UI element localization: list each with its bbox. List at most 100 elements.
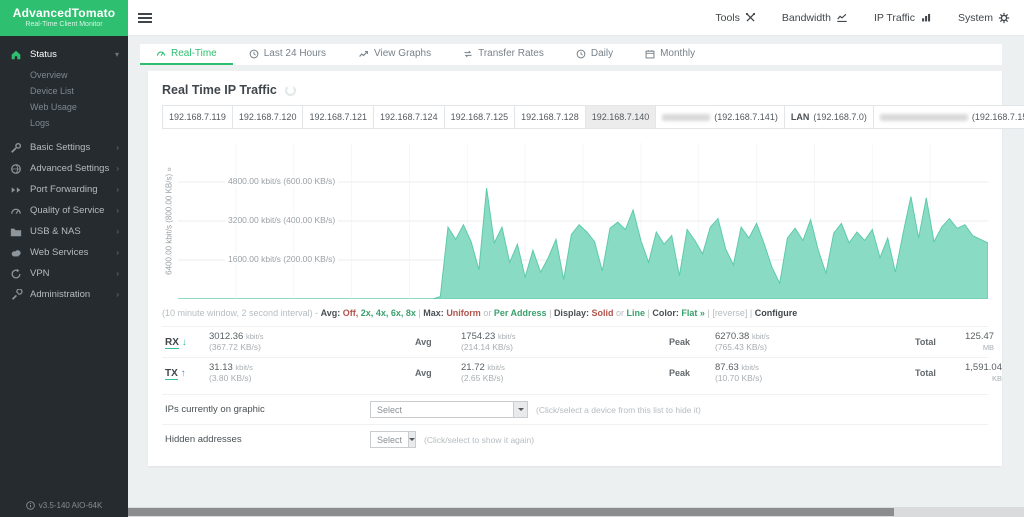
chevron-right-icon: ›: [116, 269, 119, 278]
ip-tab[interactable]: 192.168.7.128: [514, 105, 586, 129]
max-label: Max:: [423, 308, 444, 318]
chevron-right-icon: ›: [116, 290, 119, 299]
bar-chart-icon: [920, 12, 932, 23]
color-label: Color:: [652, 308, 679, 318]
ip-tab-lan[interactable]: LAN(192.168.7.0): [784, 105, 874, 129]
ip-tab-redacted[interactable]: (192.168.7.141): [655, 105, 785, 129]
real-time-ip-traffic-panel: Real Time IP Traffic 192.168.7.119 192.1…: [148, 71, 1002, 466]
sidebar-item-basic-settings[interactable]: Basic Settings ›: [0, 137, 128, 158]
max-option-uniform[interactable]: Uniform: [446, 308, 481, 318]
configure-link[interactable]: Configure: [755, 308, 798, 318]
sidebar-item-label: Port Forwarding: [30, 184, 116, 195]
clock-icon: [576, 49, 586, 59]
sidebar-item-usb-nas[interactable]: USB & NAS ›: [0, 221, 128, 242]
chart-options-line: (10 minute window, 2 second interval) - …: [162, 308, 988, 318]
avg-option-2x[interactable]: 2x,: [361, 308, 374, 318]
display-option-solid[interactable]: Solid: [591, 308, 613, 318]
ip-tab[interactable]: 192.168.7.124: [373, 105, 445, 129]
sidebar-item-status[interactable]: Status ▾: [0, 44, 128, 65]
scrollbar-thumb[interactable]: [128, 508, 894, 516]
gauge-icon: [156, 48, 166, 59]
tab-last-24-hours[interactable]: Last 24 Hours: [233, 44, 342, 65]
tab-label: Real-Time: [171, 48, 217, 59]
reverse-link[interactable]: [reverse]: [712, 308, 747, 318]
sidebar-item-label: Administration: [30, 289, 116, 300]
tab-view-graphs[interactable]: View Graphs: [342, 44, 447, 65]
sidebar-item-label: Basic Settings: [30, 142, 116, 153]
display-option-line[interactable]: Line: [627, 308, 646, 318]
topbar-link-label: IP Traffic: [874, 12, 915, 24]
home-icon: [9, 49, 23, 61]
firmware-version: v3.5-140 AIO-64K: [0, 501, 128, 510]
ip-tab[interactable]: 192.168.7.125: [444, 105, 516, 129]
display-label: Display:: [554, 308, 589, 318]
status-submenu: Overview Device List Web Usage Logs: [0, 65, 128, 137]
ip-tab[interactable]: 192.168.7.119: [162, 105, 233, 129]
tx-stats-row: TX ↑ 31.13 kbit/s (3.80 KB/s) Avg 21.72 …: [162, 357, 988, 388]
tab-transfer-rates[interactable]: Transfer Rates: [447, 44, 560, 65]
rx-link[interactable]: RX: [165, 337, 179, 349]
sidebar-subitem-logs[interactable]: Logs: [30, 115, 128, 131]
line-chart-icon: [836, 12, 848, 23]
sidebar-subitem-device-list[interactable]: Device List: [30, 83, 128, 99]
graphic-ips-hint: (Click/select a device from this list to…: [536, 405, 701, 415]
sidebar-item-vpn[interactable]: VPN ›: [0, 263, 128, 284]
tab-monthly[interactable]: Monthly: [629, 44, 711, 65]
rx-total: 125.47 MB: [965, 331, 1000, 353]
tab-label: View Graphs: [374, 48, 431, 59]
topbar-link-bandwidth[interactable]: Bandwidth: [782, 12, 848, 24]
hidden-addresses-label: Hidden addresses: [165, 434, 370, 445]
color-option-flat[interactable]: Flat »: [681, 308, 705, 318]
topbar-link-ip-traffic[interactable]: IP Traffic: [874, 12, 932, 24]
app-subtitle: Real-Time Client Monitor: [0, 21, 128, 28]
sidebar-subitem-web-usage[interactable]: Web Usage: [30, 99, 128, 115]
tab-label: Monthly: [660, 48, 695, 59]
ip-tab[interactable]: 192.168.7.121: [302, 105, 374, 129]
wrench-icon: [9, 142, 23, 154]
hidden-addresses-row: Hidden addresses Select (Click/select to…: [162, 424, 988, 454]
max-option-per-address[interactable]: Per Address: [494, 308, 547, 318]
sidebar-item-quality-of-service[interactable]: Quality of Service ›: [0, 200, 128, 221]
avg-option-8x[interactable]: 8x: [406, 308, 416, 318]
chevron-right-icon: ›: [116, 206, 119, 215]
avg-option-off[interactable]: Off,: [343, 308, 359, 318]
chevron-right-icon: ›: [116, 185, 119, 194]
chevron-right-icon: ›: [116, 164, 119, 173]
sidebar-subitem-overview[interactable]: Overview: [30, 67, 128, 83]
hidden-addresses-select[interactable]: Select: [370, 431, 416, 448]
hidden-addresses-hint: (Click/select to show it again): [424, 435, 534, 445]
topbar-link-tools[interactable]: Tools: [715, 12, 756, 24]
graphic-ips-select[interactable]: Select: [370, 401, 528, 418]
app-title: AdvancedTomato: [0, 6, 128, 20]
tab-daily[interactable]: Daily: [560, 44, 629, 65]
select-arrow-icon: [408, 432, 415, 447]
trend-icon: [358, 49, 369, 59]
main-area: Tools Bandwidth IP Traffic System Real-T…: [128, 0, 1024, 517]
menu-toggle-button[interactable]: [138, 11, 152, 25]
sidebar-item-administration[interactable]: Administration ›: [0, 284, 128, 305]
sidebar-item-port-forwarding[interactable]: Port Forwarding ›: [0, 179, 128, 200]
topbar: Tools Bandwidth IP Traffic System: [128, 0, 1024, 36]
graphic-ips-label: IPs currently on graphic: [165, 404, 370, 415]
tab-real-time[interactable]: Real-Time: [140, 44, 233, 65]
download-arrow-icon: ↓: [182, 337, 187, 348]
ip-tab-active[interactable]: 192.168.7.140: [585, 105, 657, 129]
tools-icon: [745, 12, 756, 23]
tab-label: Daily: [591, 48, 613, 59]
sidebar-item-web-services[interactable]: Web Services ›: [0, 242, 128, 263]
upload-arrow-icon: ↑: [181, 368, 186, 379]
app-logo[interactable]: AdvancedTomato Real-Time Client Monitor: [0, 0, 128, 36]
y-axis-max-label: 6400.00 kbit/s (800.00 KB/s) »: [165, 167, 174, 275]
chevron-right-icon: ›: [116, 248, 119, 257]
sidebar-item-advanced-settings[interactable]: Advanced Settings ›: [0, 158, 128, 179]
topbar-link-system[interactable]: System: [958, 12, 1010, 24]
avg-option-6x[interactable]: 6x,: [391, 308, 404, 318]
tx-link[interactable]: TX: [165, 368, 178, 380]
topbar-link-label: Bandwidth: [782, 12, 831, 24]
chevron-down-icon: ▾: [115, 50, 119, 59]
ip-tab[interactable]: 192.168.7.120: [232, 105, 304, 129]
ip-tab-redacted[interactable]: (192.168.7.150): [873, 105, 1024, 129]
avg-option-4x[interactable]: 4x,: [376, 308, 389, 318]
horizontal-scrollbar[interactable]: [128, 507, 1024, 517]
version-text: v3.5-140 AIO-64K: [39, 501, 103, 510]
